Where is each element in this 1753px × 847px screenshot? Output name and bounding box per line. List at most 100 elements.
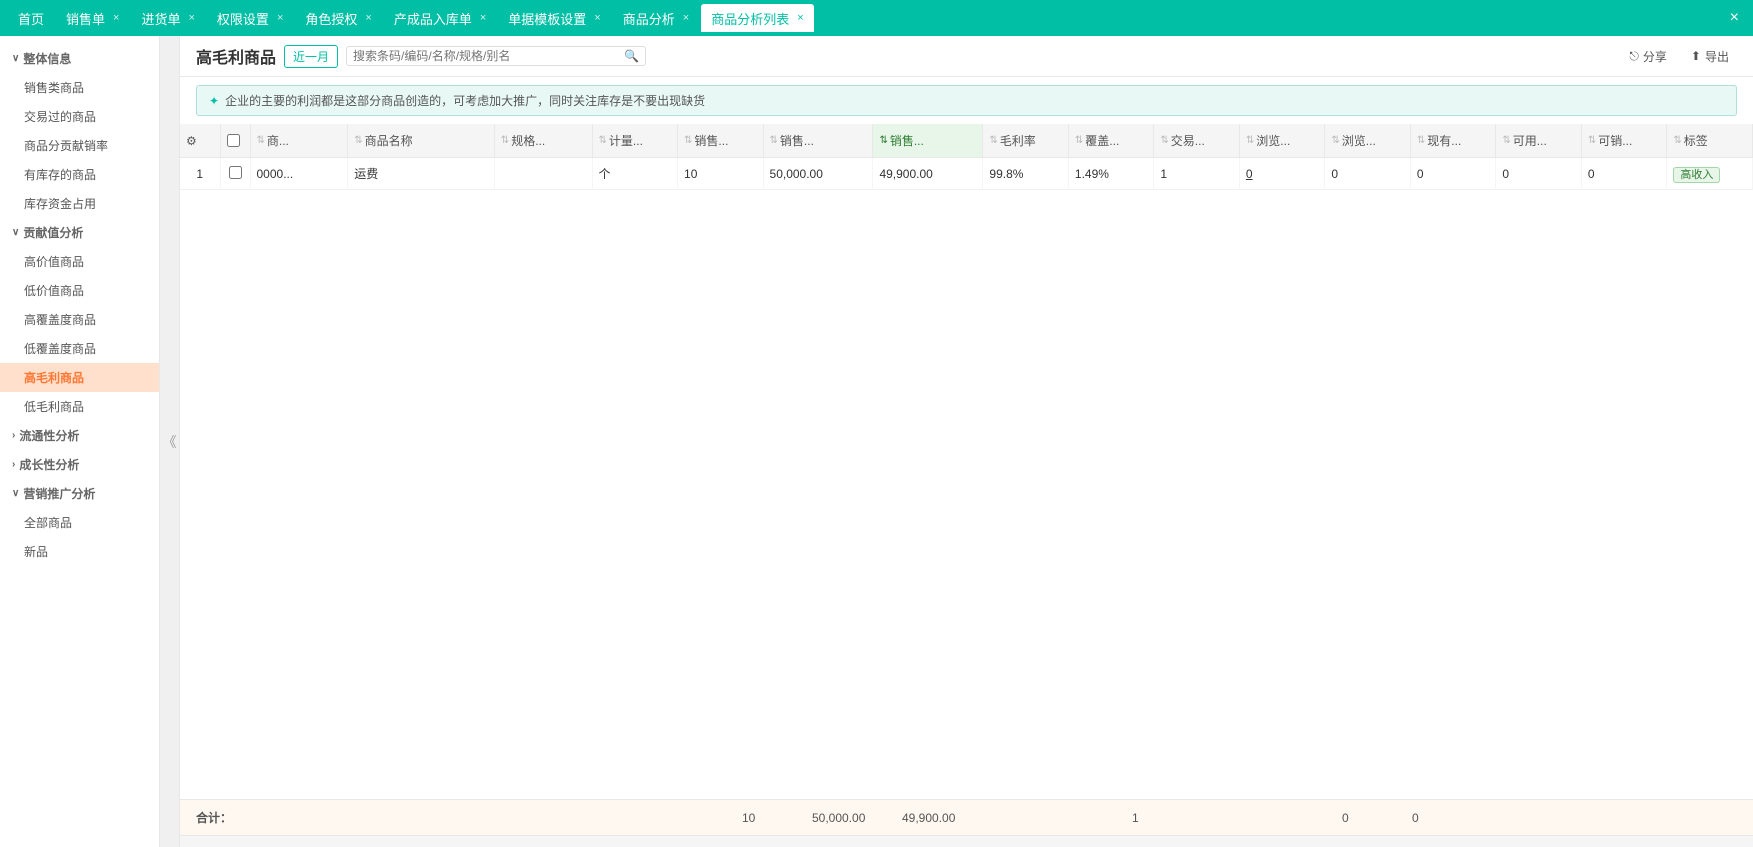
top-nav: 首页 销售单 × 进货单 × 权限设置 × 角色授权 × 产成品入库单 × 单据… [0, 0, 1753, 36]
sidebar-item-contrib-rate[interactable]: 商品分贡献销率 [0, 131, 159, 160]
search-input[interactable] [353, 49, 620, 63]
cell-saleable: 0 [1581, 158, 1667, 190]
footer-current: 0 [1336, 811, 1406, 825]
sidebar-item-high-margin[interactable]: 高毛利商品 [0, 363, 159, 392]
contribution-group-label: 贡献值分析 [23, 224, 83, 241]
col-coverage[interactable]: ⇅ 覆盖... [1068, 124, 1154, 158]
sidebar-item-low-value[interactable]: 低价值商品 [0, 276, 159, 305]
col-sales-cost[interactable]: ⇅ 销售... [873, 124, 983, 158]
cell-code: 0000... [250, 158, 348, 190]
col-code[interactable]: ⇅ 商... [250, 124, 348, 158]
cell-sales-qty: 10 [678, 158, 764, 190]
search-icon[interactable]: 🔍 [624, 49, 639, 63]
nav-production[interactable]: 产成品入库单 × [384, 4, 496, 32]
export-button[interactable]: ⬆ 导出 [1683, 45, 1737, 68]
sidebar-item-high-coverage[interactable]: 高覆盖度商品 [0, 305, 159, 334]
table-wrapper[interactable]: ⚙ ⇅ 商... ⇅ [180, 124, 1753, 799]
sidebar-item-traded-goods[interactable]: 交易过的商品 [0, 102, 159, 131]
nav-template[interactable]: 单据模板设置 × [498, 4, 610, 32]
sidebar-group-contribution[interactable]: ∨ 贡献值分析 [0, 218, 159, 247]
sidebar-item-low-coverage[interactable]: 低覆盖度商品 [0, 334, 159, 363]
nav-analysis[interactable]: 商品分析 × [613, 4, 699, 32]
global-close-button[interactable]: × [1724, 9, 1745, 27]
col-trade[interactable]: ⇅ 交易... [1154, 124, 1240, 158]
info-banner: ✦ 企业的主要的利润都是这部分商品创造的，可考虑加大推广，同时关注库存是不要出现… [196, 85, 1737, 116]
nav-permission-close[interactable]: × [277, 12, 283, 24]
nav-role[interactable]: 角色授权 × [295, 4, 381, 32]
sidebar-item-all-goods[interactable]: 全部商品 [0, 508, 159, 537]
table-row: 1 0000... 运费 个 10 50,000.00 49,900.00 99… [180, 158, 1753, 190]
col-current[interactable]: ⇅ 现有... [1410, 124, 1496, 158]
horizontal-scrollbar[interactable] [180, 835, 1753, 847]
row-num: 1 [180, 158, 220, 190]
page-title: 高毛利商品 [196, 44, 276, 68]
col-unit[interactable]: ⇅ 计量... [592, 124, 678, 158]
share-button[interactable]: ⎋ 分享 [1621, 45, 1675, 68]
nav-sales-close[interactable]: × [113, 12, 119, 24]
cell-browse1[interactable]: 0 [1239, 158, 1325, 190]
sidebar-item-sales-goods[interactable]: 销售类商品 [0, 73, 159, 102]
sidebar: ∨ 整体信息 销售类商品 交易过的商品 商品分贡献销率 有库存的商品 库存资金占… [0, 36, 160, 847]
sidebar-group-marketing[interactable]: ∨ 营销推广分析 [0, 479, 159, 508]
overall-group-label: 整体信息 [23, 50, 71, 67]
col-saleable[interactable]: ⇅ 可销... [1581, 124, 1667, 158]
sidebar-group-overall[interactable]: ∨ 整体信息 [0, 44, 159, 73]
data-table: ⚙ ⇅ 商... ⇅ [180, 124, 1753, 190]
nav-sales[interactable]: 销售单 × [56, 4, 129, 32]
marketing-group-label: 营销推广分析 [23, 485, 95, 502]
sidebar-item-low-margin[interactable]: 低毛利商品 [0, 392, 159, 421]
cell-sales-cost: 49,900.00 [873, 158, 983, 190]
nav-role-close[interactable]: × [365, 12, 371, 24]
col-name[interactable]: ⇅ 商品名称 [348, 124, 495, 158]
tag-badge: 高收入 [1673, 167, 1720, 183]
nav-purchase-close[interactable]: × [188, 12, 194, 24]
footer-sales-amount: 50,000.00 [806, 811, 896, 825]
settings-icon[interactable]: ⚙ [186, 134, 197, 148]
nav-production-close[interactable]: × [480, 12, 486, 24]
row-checkbox[interactable] [229, 166, 242, 179]
collapse-icon: 《 [163, 432, 177, 452]
cell-coverage: 1.49% [1068, 158, 1154, 190]
col-sales-amount[interactable]: ⇅ 销售... [763, 124, 873, 158]
cell-sales-amount: 50,000.00 [763, 158, 873, 190]
filter-month-button[interactable]: 近一月 [284, 45, 338, 68]
cell-browse2: 0 [1325, 158, 1411, 190]
sidebar-item-stock-capital[interactable]: 库存资金占用 [0, 189, 159, 218]
col-browse1[interactable]: ⇅ 浏览... [1239, 124, 1325, 158]
cell-current: 0 [1410, 158, 1496, 190]
sidebar-collapse-button[interactable]: 《 [160, 36, 180, 847]
sidebar-item-new-goods[interactable]: 新品 [0, 537, 159, 566]
nav-analysis-close[interactable]: × [683, 12, 689, 24]
col-gross-rate[interactable]: ⇅ 毛利率 [983, 124, 1069, 158]
col-tag[interactable]: ⇅ 标签 [1667, 124, 1753, 158]
nav-permission[interactable]: 权限设置 × [207, 4, 293, 32]
total-label: 合计： [196, 809, 316, 826]
nav-analysis-list-close[interactable]: × [797, 12, 803, 24]
nav-template-close[interactable]: × [594, 12, 600, 24]
info-text: 企业的主要的利润都是这部分商品创造的，可考虑加大推广，同时关注库存是不要出现缺货 [225, 92, 705, 109]
growth-group-label: 成长性分析 [19, 456, 79, 473]
liquidity-group-label: 流通性分析 [19, 427, 79, 444]
content-header: 高毛利商品 近一月 🔍 ⎋ 分享 ⬆ 导出 [180, 36, 1753, 77]
sidebar-group-growth[interactable]: › 成长性分析 [0, 450, 159, 479]
search-box: 🔍 [346, 46, 646, 66]
marketing-arrow: ∨ [12, 488, 19, 499]
sidebar-item-in-stock[interactable]: 有库存的商品 [0, 160, 159, 189]
footer-sales-cost: 49,900.00 [896, 811, 986, 825]
nav-purchase[interactable]: 进货单 × [131, 4, 204, 32]
cell-trade: 1 [1154, 158, 1240, 190]
col-available[interactable]: ⇅ 可用... [1496, 124, 1582, 158]
sidebar-item-high-value[interactable]: 高价值商品 [0, 247, 159, 276]
cell-name: 运费 [348, 158, 495, 190]
export-label: 导出 [1705, 48, 1729, 65]
sidebar-group-liquidity[interactable]: › 流通性分析 [0, 421, 159, 450]
footer-trade: 1 [1126, 811, 1196, 825]
col-sales-qty[interactable]: ⇅ 销售... [678, 124, 764, 158]
select-all-checkbox[interactable] [227, 134, 240, 147]
col-num: ⚙ [180, 124, 220, 158]
nav-home[interactable]: 首页 [8, 4, 54, 32]
export-icon: ⬆ [1691, 49, 1701, 63]
col-browse2[interactable]: ⇅ 浏览... [1325, 124, 1411, 158]
col-spec[interactable]: ⇅ 规格... [494, 124, 592, 158]
nav-analysis-list[interactable]: 商品分析列表 × [701, 4, 813, 32]
